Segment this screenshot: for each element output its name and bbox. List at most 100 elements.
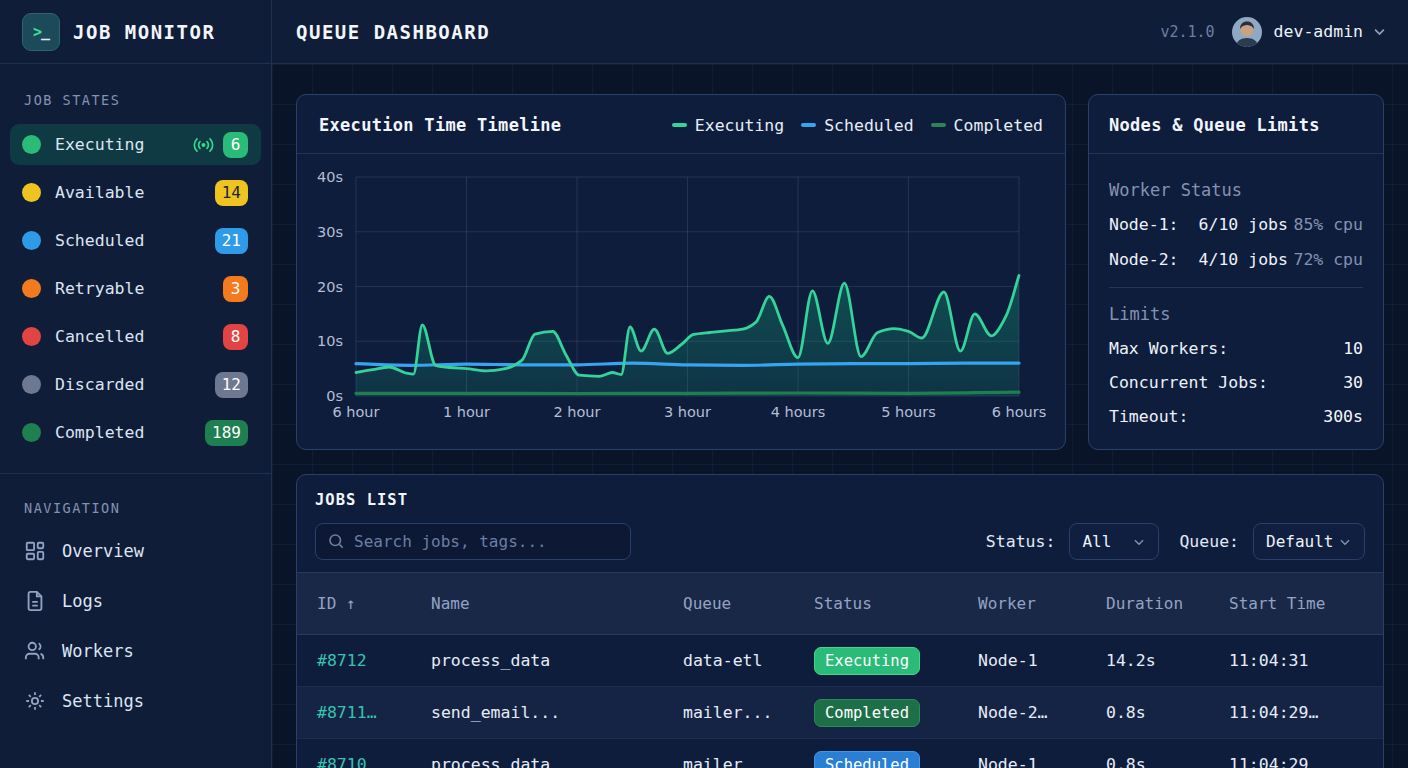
sidebar-item-discarded[interactable]: Discarded 12 xyxy=(10,364,261,405)
worker-cpu: 85% cpu xyxy=(1293,215,1363,234)
limit-label: Concurrent Jobs: xyxy=(1109,373,1268,392)
limit-value: 10 xyxy=(1343,339,1363,358)
job-states-heading: JOB STATES xyxy=(10,92,261,108)
user-menu[interactable]: dev-admin xyxy=(1274,22,1363,41)
column-status[interactable]: Status xyxy=(814,594,978,613)
sidebar-item-scheduled[interactable]: Scheduled 21 xyxy=(10,220,261,261)
search-input[interactable] xyxy=(315,523,631,560)
state-label: Executing xyxy=(55,135,191,154)
nav-label: Logs xyxy=(62,591,103,611)
limit-value: 30 xyxy=(1343,373,1363,392)
limit-row-timeout: Timeout: 300s xyxy=(1109,407,1363,426)
search-box xyxy=(315,523,631,560)
job-worker: Node-1 xyxy=(978,755,1106,768)
worker-row-node1: Node-1: 6/10 jobs 85% cpu xyxy=(1109,215,1363,234)
discarded-dot-icon xyxy=(22,375,41,394)
column-start-time[interactable]: Start Time xyxy=(1229,594,1383,613)
svg-text:20s: 20s xyxy=(317,279,343,295)
jobs-card: JOBS LIST Status: All xyxy=(296,474,1384,768)
sidebar-item-completed[interactable]: Completed 189 xyxy=(10,412,261,453)
svg-text:0s: 0s xyxy=(326,388,343,404)
limit-label: Timeout: xyxy=(1109,407,1188,426)
executing-dot-icon xyxy=(22,135,41,154)
table-header: ID ↑ Name Queue Status Worker Duration S… xyxy=(297,572,1383,635)
state-label: Scheduled xyxy=(55,231,215,250)
line-chart: 0s10s20s30s40s6 hour1 hour2 hour3 hour4 … xyxy=(297,154,1063,426)
job-start-time: 11:04:29 xyxy=(1229,755,1383,768)
job-name: process_data xyxy=(431,755,683,768)
sidebar-item-executing[interactable]: Executing 6 xyxy=(10,124,261,165)
avatar[interactable] xyxy=(1232,17,1262,47)
state-label: Available xyxy=(55,183,215,202)
svg-text:40s: 40s xyxy=(317,169,343,185)
job-id-link[interactable]: #8712 xyxy=(317,651,431,670)
queue-select[interactable]: Default xyxy=(1253,523,1365,560)
scheduled-dot-icon xyxy=(22,231,41,250)
table-row[interactable]: #8712 process_data data-etl Executing No… xyxy=(297,635,1383,687)
svg-text:6 hours: 6 hours xyxy=(992,404,1047,420)
table-row[interactable]: #8711… send_email... mailer... Completed… xyxy=(297,687,1383,739)
job-id-link[interactable]: #8710 xyxy=(317,755,431,768)
count-badge: 189 xyxy=(205,420,248,446)
status-filter-label: Status: xyxy=(986,532,1056,551)
legend-scheduled: Scheduled xyxy=(801,116,913,135)
nav-label: Overview xyxy=(62,541,144,561)
svg-text:3 hour: 3 hour xyxy=(664,404,711,420)
sidebar-item-available[interactable]: Available 14 xyxy=(10,172,261,213)
column-id[interactable]: ID ↑ xyxy=(317,594,431,613)
job-id-link[interactable]: #8711… xyxy=(317,703,431,722)
users-icon xyxy=(24,640,46,662)
worker-jobs: 4/10 jobs xyxy=(1199,250,1288,269)
timeline-card: Execution Time Timeline Executing Schedu… xyxy=(296,94,1066,450)
timeline-chart: 0s10s20s30s40s6 hour1 hour2 hour3 hour4 … xyxy=(297,154,1065,449)
job-worker: Node-2… xyxy=(978,703,1106,722)
app: >_ JOB MONITOR JOB STATES Executing 6 Av… xyxy=(0,0,1408,768)
legend-dash-icon xyxy=(931,123,946,128)
job-start-time: 11:04:31 xyxy=(1229,651,1383,670)
chevron-down-icon xyxy=(1338,535,1352,549)
chevron-down-icon xyxy=(1132,535,1146,549)
count-badge: 12 xyxy=(215,372,248,398)
column-duration[interactable]: Duration xyxy=(1106,594,1229,613)
job-queue: mailer xyxy=(683,755,814,768)
sidebar-item-cancelled[interactable]: Cancelled 8 xyxy=(10,316,261,357)
job-start-time: 11:04:29… xyxy=(1229,703,1383,722)
state-label: Completed xyxy=(55,423,205,442)
version-label: v2.1.0 xyxy=(1160,23,1214,41)
available-dot-icon xyxy=(22,183,41,202)
cancelled-dot-icon xyxy=(22,327,41,346)
sidebar: >_ JOB MONITOR JOB STATES Executing 6 Av… xyxy=(0,0,272,768)
gear-icon xyxy=(24,690,46,712)
status-badge: Executing xyxy=(814,647,920,675)
column-worker[interactable]: Worker xyxy=(978,594,1106,613)
sidebar-item-retryable[interactable]: Retryable 3 xyxy=(10,268,261,309)
column-name[interactable]: Name xyxy=(431,594,683,613)
page-title: QUEUE DASHBOARD xyxy=(296,21,490,43)
nodes-card: Nodes & Queue Limits Worker Status Node-… xyxy=(1088,94,1384,450)
job-duration: 14.2s xyxy=(1106,651,1229,670)
worker-jobs: 6/10 jobs xyxy=(1199,215,1288,234)
sidebar-item-settings[interactable]: Settings xyxy=(10,676,261,726)
job-name: process_data xyxy=(431,651,683,670)
count-badge: 3 xyxy=(223,276,248,302)
live-broadcast-icon xyxy=(191,135,216,155)
column-queue[interactable]: Queue xyxy=(683,594,814,613)
svg-text:6 hour: 6 hour xyxy=(332,404,379,420)
job-worker: Node-1 xyxy=(978,651,1106,670)
navigation-heading: NAVIGATION xyxy=(10,500,261,516)
queue-select-value: Default xyxy=(1266,532,1333,551)
table-row[interactable]: #8710 process_data mailer Scheduled Node… xyxy=(297,739,1383,768)
sidebar-item-logs[interactable]: Logs xyxy=(10,576,261,626)
limit-value: 300s xyxy=(1323,407,1363,426)
search-icon xyxy=(327,532,345,554)
status-badge: Completed xyxy=(814,699,920,727)
status-select-value: All xyxy=(1082,532,1111,551)
worker-cpu: 72% cpu xyxy=(1293,250,1363,269)
sidebar-item-workers[interactable]: Workers xyxy=(10,626,261,676)
status-select[interactable]: All xyxy=(1069,523,1159,560)
sidebar-item-overview[interactable]: Overview xyxy=(10,526,261,576)
svg-text:5 hours: 5 hours xyxy=(881,404,936,420)
dashboard-icon xyxy=(24,540,46,562)
jobs-list-title: JOBS LIST xyxy=(315,491,1365,509)
chevron-down-icon[interactable] xyxy=(1372,24,1387,39)
